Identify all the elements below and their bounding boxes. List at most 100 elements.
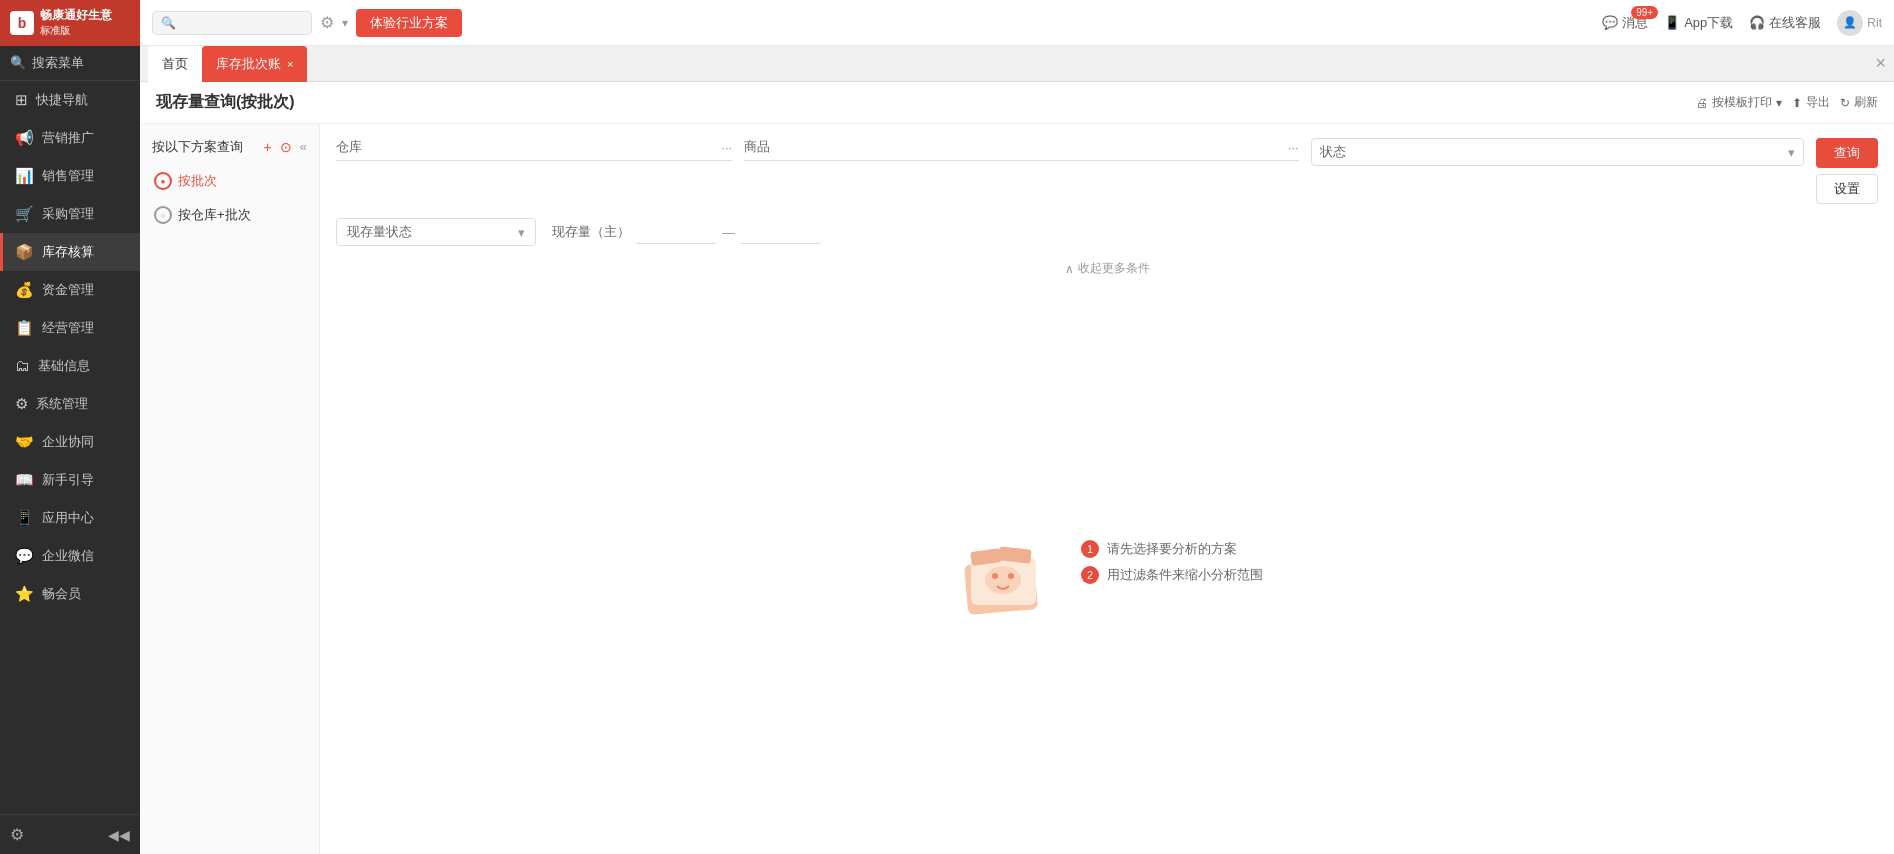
page-title: 现存量查询(按批次): [156, 92, 295, 113]
empty-illustration: [951, 512, 1051, 612]
sidebar-item-membership[interactable]: ⭐ 畅会员: [0, 575, 140, 613]
empty-hint-2: 2 用过滤条件来缩小分析范围: [1081, 566, 1263, 584]
sidebar-item-system[interactable]: ⚙ 系统管理: [0, 385, 140, 423]
settings-plan-icon[interactable]: ⊙: [280, 139, 292, 155]
page-close-btn[interactable]: ×: [1875, 53, 1886, 74]
export-btn[interactable]: ⬆ 导出: [1792, 94, 1830, 111]
headset-icon: 🎧: [1749, 15, 1765, 30]
stock-qty-min-input[interactable]: [636, 220, 716, 244]
svg-point-4: [1008, 573, 1014, 579]
status-filter[interactable]: 状态 ▾: [1311, 138, 1804, 166]
svg-point-3: [992, 573, 998, 579]
query-button[interactable]: 查询: [1816, 138, 1878, 168]
product-input[interactable]: [778, 140, 1284, 155]
export-label: 导出: [1806, 94, 1830, 111]
sidebar-item-purchase[interactable]: 🛒 采购管理: [0, 195, 140, 233]
sidebar-item-label: 企业微信: [42, 547, 94, 565]
sidebar-item-app-center[interactable]: 📱 应用中心: [0, 499, 140, 537]
topbar-search-box[interactable]: 🔍: [152, 11, 312, 35]
warehouse-more-icon[interactable]: ···: [721, 140, 732, 155]
user-name: Rit: [1867, 16, 1882, 30]
sidebar-item-wechat[interactable]: 💬 企业微信: [0, 537, 140, 575]
empty-area: 1 请先选择要分析的方案 2 用过滤条件来缩小分析范围: [336, 283, 1878, 840]
plan-item-by-batch[interactable]: ● 按批次: [140, 164, 319, 198]
main-area: 🔍 ⚙ ▾ 体验行业方案 💬 消息 99+ 📱 App下载 🎧 在线客服 👤: [140, 0, 1894, 854]
sidebar-collapse-icon[interactable]: ◀◀: [108, 827, 130, 843]
sidebar-item-sales[interactable]: 📊 销售管理: [0, 157, 140, 195]
page-header: 现存量查询(按批次) 🖨 按模板打印 ▾ ⬆ 导出 ↻ 刷新: [140, 82, 1894, 124]
plan-label-by-batch: 按批次: [178, 172, 217, 190]
stock-status-filter[interactable]: 现存量状态 ▾: [336, 218, 536, 246]
sidebar-item-label: 快捷导航: [36, 91, 88, 109]
product-more-icon[interactable]: ···: [1288, 140, 1299, 155]
basic-icon: 🗂: [15, 357, 30, 374]
app-edition: 标准版: [40, 24, 112, 38]
filter-area: 仓库 ··· 商品 ··· 状态 ▾: [336, 138, 1878, 283]
sidebar-item-newbie[interactable]: 📖 新手引导: [0, 461, 140, 499]
add-plan-icon[interactable]: +: [264, 139, 272, 155]
refresh-btn[interactable]: ↻ 刷新: [1840, 94, 1878, 111]
collapse-panel-icon[interactable]: «: [300, 139, 307, 155]
sidebar-item-operations[interactable]: 📋 经营管理: [0, 309, 140, 347]
app-download-btn[interactable]: 📱 App下载: [1664, 14, 1733, 32]
hint-1-num: 1: [1081, 540, 1099, 558]
stock-status-dropdown-icon: ▾: [518, 225, 525, 240]
system-icon: ⚙: [15, 395, 28, 413]
status-dropdown-icon[interactable]: ▾: [1788, 145, 1795, 160]
warehouse-label: 仓库: [336, 138, 362, 156]
newbie-icon: 📖: [15, 471, 34, 489]
sidebar-item-label: 采购管理: [42, 205, 94, 223]
sidebar-search[interactable]: 🔍 搜索菜单: [0, 46, 140, 81]
topbar-settings-icon[interactable]: ⚙: [320, 13, 334, 32]
sidebar-item-enterprise[interactable]: 🤝 企业协同: [0, 423, 140, 461]
finance-icon: 💰: [15, 281, 34, 299]
user-avatar[interactable]: 👤 Rit: [1837, 10, 1882, 36]
sidebar-item-label: 系统管理: [36, 395, 88, 413]
sidebar-item-label: 营销推广: [42, 129, 94, 147]
sidebar-item-label: 新手引导: [42, 471, 94, 489]
warehouse-input[interactable]: [370, 140, 717, 155]
sidebar-item-finance[interactable]: 💰 资金管理: [0, 271, 140, 309]
tabs-bar: 首页 库存批次账 × ×: [140, 46, 1894, 82]
sidebar-item-quick-nav[interactable]: ⊞ 快捷导航: [0, 81, 140, 119]
page-content: 现存量查询(按批次) 🖨 按模板打印 ▾ ⬆ 导出 ↻ 刷新: [140, 82, 1894, 854]
print-dropdown-icon[interactable]: ▾: [1776, 96, 1782, 110]
collapse-filters-btn[interactable]: ∧ 收起更多条件: [336, 254, 1878, 283]
tab-inventory-batch[interactable]: 库存批次账 ×: [202, 46, 307, 82]
tab-close-icon[interactable]: ×: [287, 58, 293, 70]
app-name: 畅康通好生意: [40, 8, 112, 24]
export-icon: ⬆: [1792, 96, 1802, 110]
stock-qty-dash: —: [722, 225, 735, 240]
stock-qty-label: 现存量（主）: [552, 223, 630, 241]
topbar-search-input[interactable]: [180, 16, 303, 30]
status-label: 状态: [1320, 143, 1784, 161]
purchase-icon: 🛒: [15, 205, 34, 223]
membership-icon: ⭐: [15, 585, 34, 603]
empty-hints: 1 请先选择要分析的方案 2 用过滤条件来缩小分析范围: [1081, 540, 1263, 584]
online-service-btn[interactable]: 🎧 在线客服: [1749, 14, 1821, 32]
plan-item-by-warehouse-batch[interactable]: ○ 按仓库+批次: [140, 198, 319, 232]
refresh-icon: ↻: [1840, 96, 1850, 110]
tab-home[interactable]: 首页: [148, 46, 202, 82]
stock-qty-max-input[interactable]: [741, 220, 821, 244]
settings-button[interactable]: 设置: [1816, 174, 1878, 204]
phone-icon: 📱: [1664, 15, 1680, 30]
app-download-label: App下载: [1684, 14, 1733, 32]
sidebar-item-label: 企业协同: [42, 433, 94, 451]
messages-btn[interactable]: 💬 消息 99+: [1602, 14, 1648, 32]
quick-nav-icon: ⊞: [15, 91, 28, 109]
sidebar-item-inventory[interactable]: 📦 库存核算: [0, 233, 140, 271]
print-btn[interactable]: 🖨 按模板打印 ▾: [1696, 94, 1782, 111]
plan-label-by-warehouse-batch: 按仓库+批次: [178, 206, 251, 224]
tab-home-label: 首页: [162, 55, 188, 73]
app-logo: b: [10, 11, 34, 35]
sidebar-item-marketing[interactable]: 📢 营销推广: [0, 119, 140, 157]
sidebar-header: b 畅康通好生意 标准版: [0, 0, 140, 46]
left-panel-header: 按以下方案查询 + ⊙ «: [140, 134, 319, 164]
sidebar-item-label: 资金管理: [42, 281, 94, 299]
topbar-dropdown-icon[interactable]: ▾: [342, 16, 348, 30]
sidebar-item-basic[interactable]: 🗂 基础信息: [0, 347, 140, 385]
sidebar-settings-icon[interactable]: ⚙: [10, 825, 24, 844]
industry-btn[interactable]: 体验行业方案: [356, 9, 462, 37]
sales-icon: 📊: [15, 167, 34, 185]
